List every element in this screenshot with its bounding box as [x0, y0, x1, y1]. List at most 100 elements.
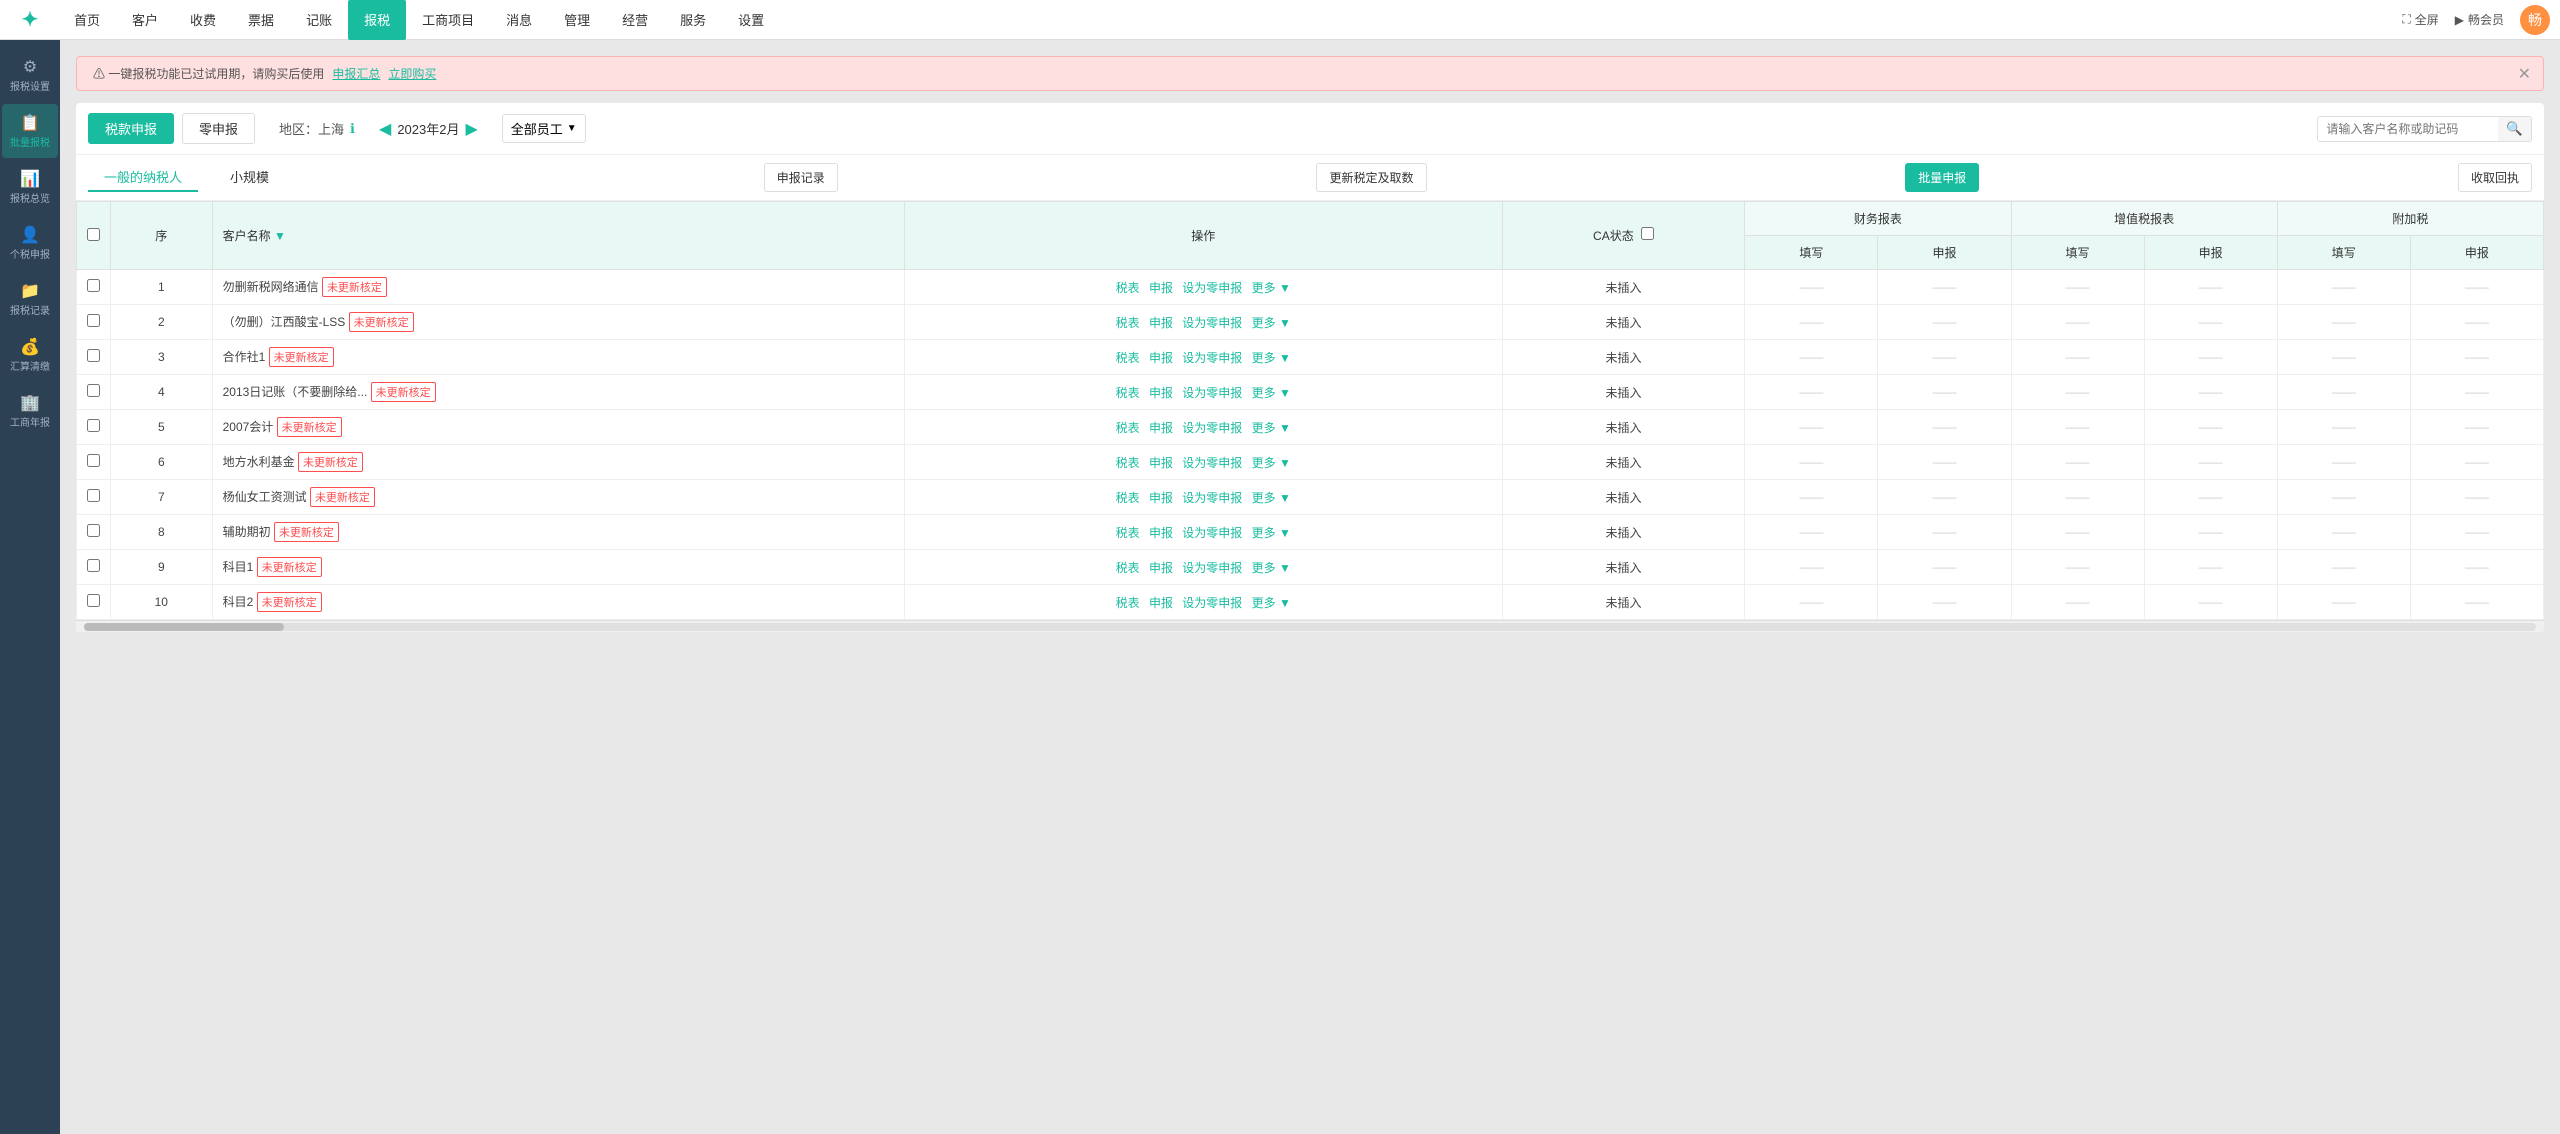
- row-checkbox-9[interactable]: [87, 594, 100, 607]
- op-taxform[interactable]: 税表: [1116, 596, 1140, 610]
- op-more[interactable]: 更多 ▼: [1252, 526, 1291, 540]
- op-declare[interactable]: 申报: [1149, 316, 1173, 330]
- alert-close-button[interactable]: ✕: [2518, 64, 2531, 84]
- op-zero-declare[interactable]: 设为零申报: [1182, 456, 1242, 470]
- op-declare[interactable]: 申报: [1149, 491, 1173, 505]
- op-taxform[interactable]: 税表: [1116, 421, 1140, 435]
- row-checkbox-4[interactable]: [87, 419, 100, 432]
- op-taxform[interactable]: 税表: [1116, 316, 1140, 330]
- op-declare[interactable]: 申报: [1149, 456, 1173, 470]
- op-more[interactable]: 更多 ▼: [1252, 596, 1291, 610]
- row-ca-status: 未插入: [1502, 515, 1745, 550]
- op-declare[interactable]: 申报: [1149, 421, 1173, 435]
- op-declare[interactable]: 申报: [1149, 561, 1173, 575]
- op-declare[interactable]: 申报: [1149, 386, 1173, 400]
- op-taxform[interactable]: 税表: [1116, 456, 1140, 470]
- op-declare[interactable]: 申报: [1149, 596, 1173, 610]
- nav-tax[interactable]: 报税: [348, 0, 406, 40]
- op-zero-declare[interactable]: 设为零申报: [1182, 561, 1242, 575]
- op-more[interactable]: 更多 ▼: [1252, 281, 1291, 295]
- op-more[interactable]: 更多 ▼: [1252, 351, 1291, 365]
- nav-bookkeeping[interactable]: 记账: [290, 0, 348, 40]
- op-zero-declare[interactable]: 设为零申报: [1182, 526, 1242, 540]
- row-checkbox-5[interactable]: [87, 454, 100, 467]
- date-next-button[interactable]: ▶: [465, 119, 477, 139]
- update-tax-button[interactable]: 更新税定及取数: [1316, 163, 1426, 192]
- op-taxform[interactable]: 税表: [1116, 526, 1140, 540]
- search-input[interactable]: [2318, 118, 2498, 140]
- op-zero-declare[interactable]: 设为零申报: [1182, 316, 1242, 330]
- ca-select-checkbox[interactable]: [1641, 227, 1654, 240]
- row-checkbox-2[interactable]: [87, 349, 100, 362]
- th-add-report: 申报: [2410, 236, 2543, 270]
- row-checkbox-3[interactable]: [87, 384, 100, 397]
- sidebar-item-tax-settings[interactable]: ⚙ 报税设置: [2, 48, 58, 102]
- sidebar-item-personal-tax[interactable]: 👤 个税申报: [2, 216, 58, 270]
- nav-manage[interactable]: 管理: [548, 0, 606, 40]
- op-zero-declare[interactable]: 设为零申报: [1182, 421, 1242, 435]
- op-more[interactable]: 更多 ▼: [1252, 491, 1291, 505]
- op-more[interactable]: 更多 ▼: [1252, 421, 1291, 435]
- row-checkbox-8[interactable]: [87, 559, 100, 572]
- row-checkbox-1[interactable]: [87, 314, 100, 327]
- select-all-checkbox[interactable]: [87, 228, 100, 241]
- fullscreen-button[interactable]: ⛶ 全屏: [2402, 11, 2438, 28]
- nav-settings[interactable]: 设置: [722, 0, 780, 40]
- row-client-name: 勿删新税网络通信 未更新核定: [212, 270, 904, 305]
- sidebar-item-batch-tax[interactable]: 📋 批量报税: [2, 104, 58, 158]
- declaration-records-button[interactable]: 申报记录: [764, 163, 838, 192]
- scrollbar-thumb[interactable]: [84, 623, 284, 631]
- op-more[interactable]: 更多 ▼: [1252, 386, 1291, 400]
- batch-declare-button[interactable]: 批量申报: [1905, 163, 1979, 192]
- nav-home[interactable]: 首页: [58, 0, 116, 40]
- nav-message[interactable]: 消息: [490, 0, 548, 40]
- op-declare[interactable]: 申报: [1149, 351, 1173, 365]
- op-more[interactable]: 更多 ▼: [1252, 316, 1291, 330]
- nav-service[interactable]: 服务: [664, 0, 722, 40]
- search-button[interactable]: 🔍: [2498, 117, 2531, 141]
- horizontal-scrollbar[interactable]: [76, 620, 2544, 632]
- op-zero-declare[interactable]: 设为零申报: [1182, 491, 1242, 505]
- op-zero-declare[interactable]: 设为零申报: [1182, 281, 1242, 295]
- sidebar-item-business-report[interactable]: 🏢 工商年报: [2, 384, 58, 438]
- member-button[interactable]: ▶ 畅会员: [2455, 11, 2504, 28]
- op-taxform[interactable]: 税表: [1116, 351, 1140, 365]
- row-checkbox-7[interactable]: [87, 524, 100, 537]
- row-num: 1: [111, 270, 213, 305]
- staff-selector[interactable]: 全部员工 ▼: [502, 114, 586, 143]
- op-taxform[interactable]: 税表: [1116, 281, 1140, 295]
- op-taxform[interactable]: 税表: [1116, 386, 1140, 400]
- row-checkbox-0[interactable]: [87, 279, 100, 292]
- row-client-name: （勿删）江西酸宝-LSS 未更新核定: [212, 305, 904, 340]
- staff-label: 全部员工: [511, 119, 563, 138]
- sidebar-item-tax-overview[interactable]: 📊 报税总览: [2, 160, 58, 214]
- alert-link-summary[interactable]: 申报汇总: [332, 65, 380, 82]
- sidebar-item-tax-records[interactable]: 📁 报税记录: [2, 272, 58, 326]
- op-declare[interactable]: 申报: [1149, 281, 1173, 295]
- subtab-general-taxpayer[interactable]: 一般的纳税人: [88, 163, 198, 192]
- row-ca-status: 未插入: [1502, 270, 1745, 305]
- alert-link-buy[interactable]: 立即购买: [388, 65, 436, 82]
- op-zero-declare[interactable]: 设为零申报: [1182, 596, 1242, 610]
- fullscreen-icon: ⛶: [2402, 12, 2410, 27]
- op-zero-declare[interactable]: 设为零申报: [1182, 386, 1242, 400]
- op-zero-declare[interactable]: 设为零申报: [1182, 351, 1242, 365]
- subtab-small-scale[interactable]: 小规模: [214, 163, 285, 192]
- tab-tax-declaration[interactable]: 税款申报: [88, 113, 174, 144]
- nav-billing[interactable]: 收费: [174, 0, 232, 40]
- nav-business[interactable]: 工商项目: [406, 0, 490, 40]
- avatar[interactable]: 畅: [2520, 5, 2550, 35]
- row-checkbox-6[interactable]: [87, 489, 100, 502]
- nav-client[interactable]: 客户: [116, 0, 174, 40]
- nav-operation[interactable]: 经营: [606, 0, 664, 40]
- op-taxform[interactable]: 税表: [1116, 561, 1140, 575]
- collect-receipt-button[interactable]: 收取回执: [2458, 163, 2532, 192]
- date-prev-button[interactable]: ◀: [379, 119, 391, 139]
- tab-zero-declaration[interactable]: 零申报: [182, 113, 255, 144]
- op-taxform[interactable]: 税表: [1116, 491, 1140, 505]
- nav-invoice[interactable]: 票据: [232, 0, 290, 40]
- op-more[interactable]: 更多 ▼: [1252, 561, 1291, 575]
- op-declare[interactable]: 申报: [1149, 526, 1173, 540]
- op-more[interactable]: 更多 ▼: [1252, 456, 1291, 470]
- sidebar-item-annual-settlement[interactable]: 💰 汇算清缴: [2, 328, 58, 382]
